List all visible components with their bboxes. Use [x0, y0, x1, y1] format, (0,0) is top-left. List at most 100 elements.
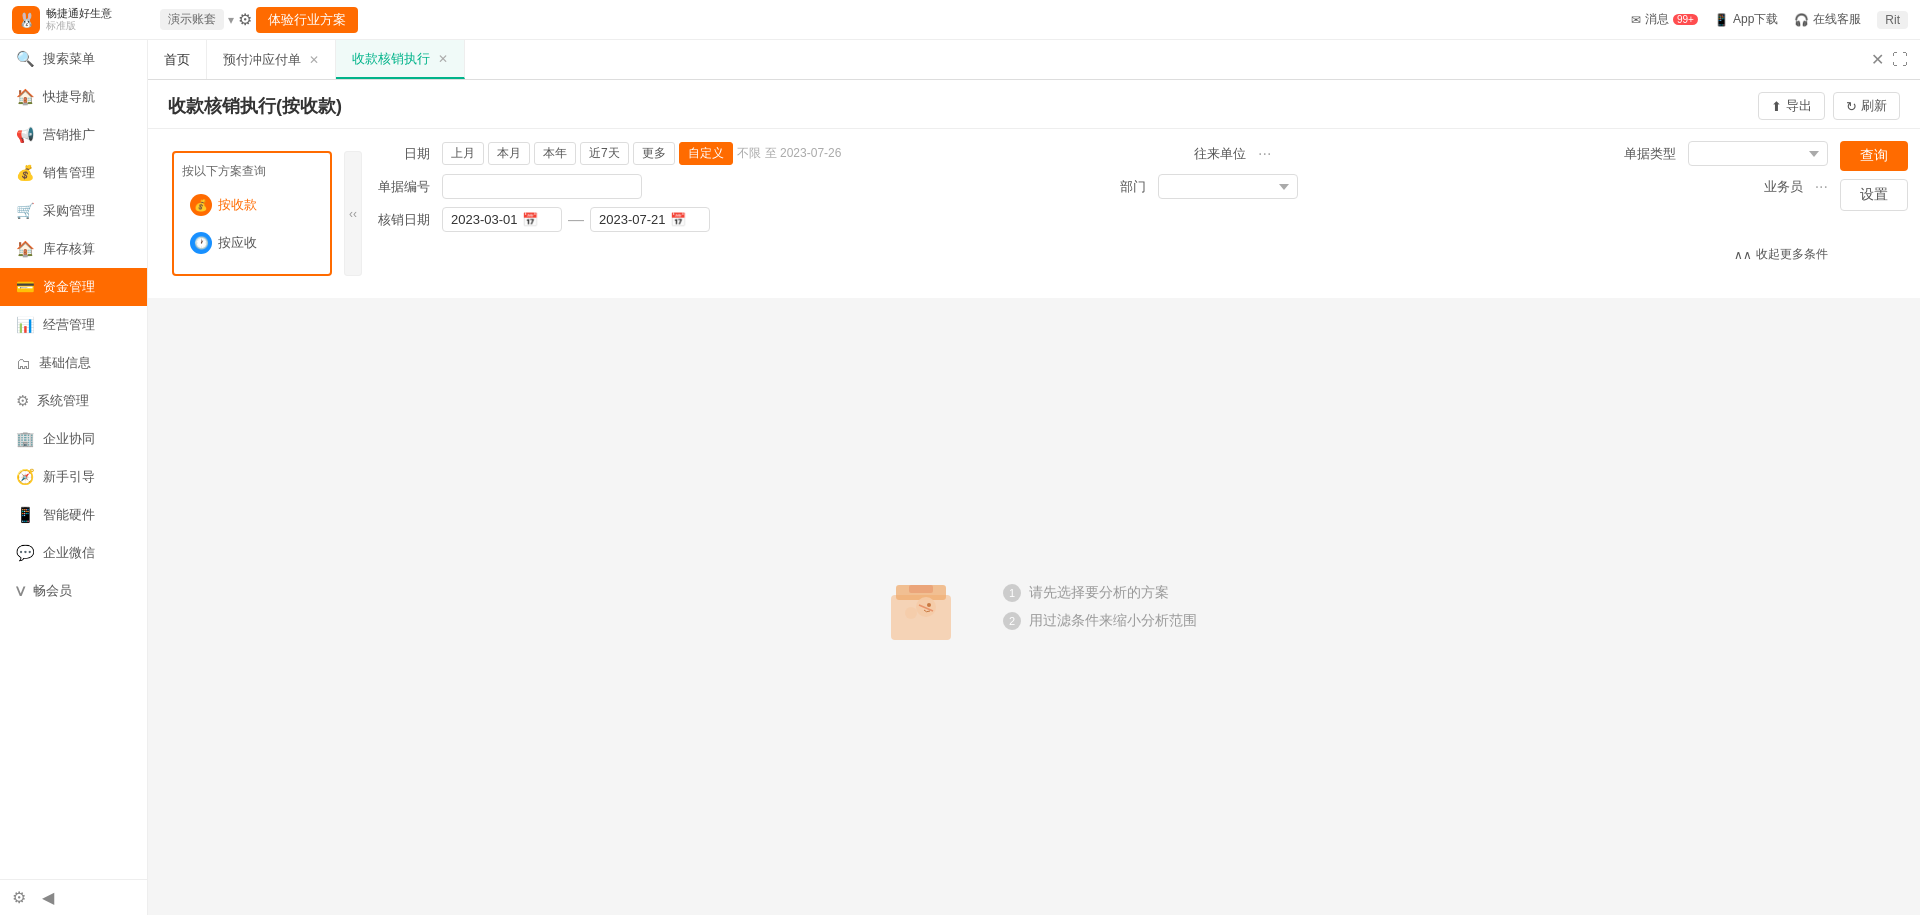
gear-icon[interactable]: ⚙ — [238, 10, 252, 29]
service-icon: 🎧 — [1794, 13, 1809, 27]
member-icon: Ⅴ — [16, 584, 25, 599]
inventory-icon: 🏠 — [16, 240, 35, 258]
sidebar-item-basicinfo[interactable]: 🗂 基础信息 — [0, 344, 147, 382]
sidebar-item-finance[interactable]: 💳 资金管理 — [0, 268, 147, 306]
account-name[interactable]: 演示账套 — [160, 9, 224, 30]
top-header: 🐰 畅捷通好生意 标准版 演示账套 ▾ ⚙ 体验行业方案 ✉ 消息 99+ 📱 … — [0, 0, 1920, 40]
tab-bar: 首页 预付冲应付单 ✕ 收款核销执行 ✕ ✕ ⛶ — [148, 40, 1920, 80]
enterprise-icon: 🏢 — [16, 430, 35, 448]
partner-dots[interactable]: ··· — [1258, 145, 1271, 163]
sidebar-item-label: 智能硬件 — [43, 506, 95, 524]
tab-expand-icon[interactable]: ⛶ — [1892, 51, 1908, 69]
svg-point-3 — [916, 597, 936, 617]
tab-prepay[interactable]: 预付冲应付单 ✕ — [207, 40, 336, 79]
empty-step-2-label: 用过滤条件来缩小分析范围 — [1029, 612, 1197, 630]
receivable-option-icon: 🕐 — [190, 232, 212, 254]
receipt-option-label: 按收款 — [218, 196, 257, 214]
sidebar-item-label: 基础信息 — [39, 354, 91, 372]
filter-selector-title: 按以下方案查询 — [182, 163, 322, 180]
sidebar-item-member[interactable]: Ⅴ 畅会员 — [0, 572, 147, 610]
tab-close-all-icon[interactable]: ✕ — [1871, 50, 1884, 69]
sidebar-item-operation[interactable]: 📊 经营管理 — [0, 306, 147, 344]
empty-illustration — [871, 555, 971, 659]
writeoff-date-end-wrap: 2023-07-21 📅 — [590, 207, 710, 232]
date-end-calendar-icon[interactable]: 📅 — [670, 212, 686, 227]
sidebar-item-label: 库存核算 — [43, 240, 95, 258]
tab-collection-close[interactable]: ✕ — [438, 52, 448, 66]
message-badge: 99+ — [1673, 14, 1698, 25]
industry-button[interactable]: 体验行业方案 — [256, 7, 358, 33]
sidebar-item-label: 企业协同 — [43, 430, 95, 448]
service-label: 在线客服 — [1813, 11, 1861, 28]
message-icon-area[interactable]: ✉ 消息 99+ — [1631, 11, 1698, 28]
empty-state: 1 请先选择要分析的方案 2 用过滤条件来缩小分析范围 — [148, 298, 1920, 915]
writeoff-date-start-wrap: 2023-03-01 📅 — [442, 207, 562, 232]
page-title-row: 收款核销执行(按收款) ⬆ 导出 ↻ 刷新 — [168, 92, 1900, 120]
sidebar-item-label: 资金管理 — [43, 278, 95, 296]
dept-select[interactable] — [1158, 174, 1298, 199]
query-button[interactable]: 查询 — [1840, 141, 1908, 171]
collapse-more-button[interactable]: ∧∧ 收起更多条件 — [378, 240, 1828, 269]
sidebar-item-label: 搜索菜单 — [43, 50, 95, 68]
sidebar-item-enterprise[interactable]: 🏢 企业协同 — [0, 420, 147, 458]
query-actions: 查询 设置 — [1840, 129, 1920, 298]
staff-dots[interactable]: ··· — [1815, 178, 1828, 196]
bottom-settings-icon[interactable]: ⚙ — [12, 888, 26, 907]
date-no-limit-label: 不限 — [737, 145, 761, 162]
tab-prepay-label: 预付冲应付单 — [223, 51, 301, 69]
sidebar-item-search[interactable]: 🔍 搜索菜单 — [0, 40, 147, 78]
export-button[interactable]: ⬆ 导出 — [1758, 92, 1825, 120]
page-header: 收款核销执行(按收款) ⬆ 导出 ↻ 刷新 — [148, 80, 1920, 129]
date-shortcuts: 上月 本月 本年 近7天 更多 自定义 不限 至 2023-07-26 — [442, 142, 841, 165]
date-btn-last-month[interactable]: 上月 — [442, 142, 484, 165]
quick-icon: 🏠 — [16, 88, 35, 106]
online-service-area[interactable]: 🎧 在线客服 — [1794, 11, 1861, 28]
sidebar-item-inventory[interactable]: 🏠 库存核算 — [0, 230, 147, 268]
empty-step-1: 1 请先选择要分析的方案 — [1003, 584, 1197, 602]
date-start-calendar-icon[interactable]: 📅 — [522, 212, 538, 227]
sidebar-item-wechat[interactable]: 💬 企业微信 — [0, 534, 147, 572]
sidebar-item-guide[interactable]: 🧭 新手引导 — [0, 458, 147, 496]
filter-right: 日期 上月 本月 本年 近7天 更多 自定义 不限 至 2023-07-26 — [366, 129, 1840, 298]
app-download-area[interactable]: 📱 App下载 — [1714, 11, 1778, 28]
export-label: 导出 — [1786, 97, 1812, 115]
receipt-option-icon: 💰 — [190, 194, 212, 216]
sidebar-item-sales[interactable]: 💰 销售管理 — [0, 154, 147, 192]
refresh-button[interactable]: ↻ 刷新 — [1833, 92, 1900, 120]
operation-icon: 📊 — [16, 316, 35, 334]
voucher-no-input[interactable] — [442, 174, 642, 199]
empty-text: 1 请先选择要分析的方案 2 用过滤条件来缩小分析范围 — [1003, 584, 1197, 630]
sidebar-item-label: 畅会员 — [33, 582, 72, 600]
filter-option-by-receivable[interactable]: 🕐 按应收 — [182, 226, 322, 260]
main-layout: 🔍 搜索菜单 🏠 快捷导航 📢 营销推广 💰 销售管理 🛒 采购管理 🏠 库存核… — [0, 40, 1920, 915]
sidebar-item-hardware[interactable]: 📱 智能硬件 — [0, 496, 147, 534]
sidebar-item-quick[interactable]: 🏠 快捷导航 — [0, 78, 147, 116]
sidebar-item-system[interactable]: ⚙ 系统管理 — [0, 382, 147, 420]
voucher-type-select[interactable] — [1688, 141, 1828, 166]
filter-option-by-receipt[interactable]: 💰 按收款 — [182, 188, 322, 222]
date-btn-more[interactable]: 更多 — [633, 142, 675, 165]
tab-home-label: 首页 — [164, 51, 190, 69]
sidebar-item-purchase[interactable]: 🛒 采购管理 — [0, 192, 147, 230]
sidebar: 🔍 搜索菜单 🏠 快捷导航 📢 营销推广 💰 销售管理 🛒 采购管理 🏠 库存核… — [0, 40, 148, 915]
refresh-label: 刷新 — [1861, 97, 1887, 115]
filter-settings-button[interactable]: 设置 — [1840, 179, 1908, 211]
tab-home[interactable]: 首页 — [148, 40, 207, 79]
date-btn-this-month[interactable]: 本月 — [488, 142, 530, 165]
tab-collection[interactable]: 收款核销执行 ✕ — [336, 40, 465, 79]
tab-prepay-close[interactable]: ✕ — [309, 53, 319, 67]
basicinfo-icon: 🗂 — [16, 355, 31, 372]
svg-rect-2 — [909, 585, 933, 593]
collapse-sidebar-icon[interactable]: ◀ — [42, 888, 54, 907]
app-download-label: App下载 — [1733, 11, 1778, 28]
filter-panel: 按以下方案查询 💰 按收款 🕐 按应收 ‹‹ — [148, 129, 1920, 298]
date-btn-this-year[interactable]: 本年 — [534, 142, 576, 165]
user-avatar[interactable]: Rit — [1877, 11, 1908, 29]
date-btn-custom[interactable]: 自定义 — [679, 142, 733, 165]
brand-text: 畅捷通好生意 标准版 — [46, 7, 112, 32]
collapse-filter-btn[interactable]: ‹‹ — [344, 151, 362, 276]
brand-logo: 🐰 — [12, 6, 40, 34]
date-btn-7days[interactable]: 近7天 — [580, 142, 629, 165]
sidebar-item-marketing[interactable]: 📢 营销推广 — [0, 116, 147, 154]
dropdown-icon[interactable]: ▾ — [228, 13, 234, 27]
